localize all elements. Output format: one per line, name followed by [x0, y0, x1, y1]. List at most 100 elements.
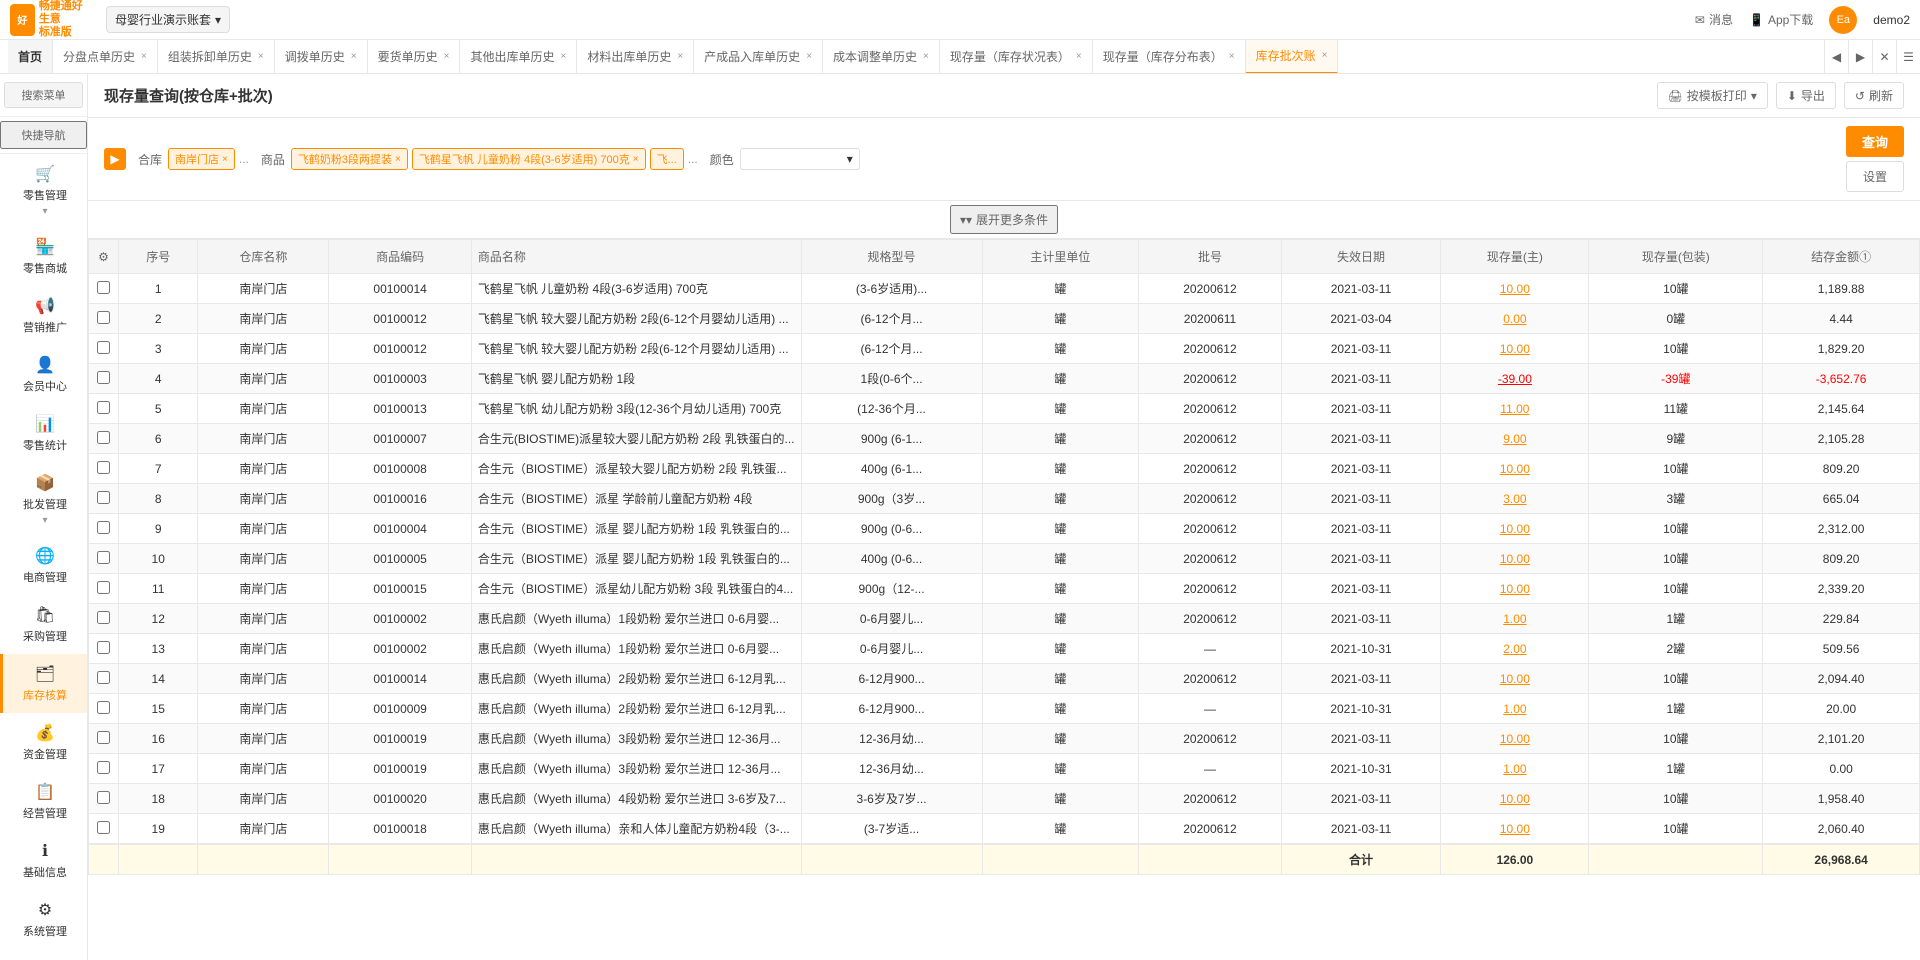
sidebar-item-retail-store[interactable]: 🏪 零售商城 — [0, 227, 87, 286]
qty-link[interactable]: 10.00 — [1500, 792, 1530, 806]
tab-chengben[interactable]: 成本调整单历史 × — [823, 40, 940, 74]
row-checkbox[interactable] — [89, 574, 119, 604]
goods-tag-2[interactable]: 飞鹤星飞帆 儿童奶粉 4段(3-6岁适用) 700克 × — [412, 148, 646, 170]
row-checkbox[interactable] — [89, 544, 119, 574]
row-checkbox[interactable] — [89, 814, 119, 845]
more-btn[interactable]: ... — [239, 152, 249, 166]
row-checkbox[interactable] — [97, 281, 110, 294]
remove-tag-icon[interactable]: × — [633, 154, 639, 165]
quick-nav-btn[interactable]: 快捷导航 — [0, 121, 87, 149]
row-checkbox[interactable] — [97, 401, 110, 414]
close-icon[interactable]: × — [258, 51, 264, 62]
row-checkbox[interactable] — [97, 311, 110, 324]
tab-xianzai1[interactable]: 现存量（库存状况表） × — [940, 40, 1093, 74]
row-checkbox[interactable] — [89, 784, 119, 814]
close-icon[interactable]: × — [923, 51, 929, 62]
row-checkbox[interactable] — [89, 754, 119, 784]
qty-link[interactable]: 10.00 — [1500, 822, 1530, 836]
row-checkbox[interactable] — [89, 664, 119, 694]
col-settings[interactable]: ⚙ — [89, 240, 119, 274]
row-checkbox[interactable] — [89, 394, 119, 424]
row-checkbox[interactable] — [89, 484, 119, 514]
qty-link[interactable]: 10.00 — [1500, 522, 1530, 536]
row-checkbox[interactable] — [89, 424, 119, 454]
tab-piC[interactable]: 库存批次账 × — [1246, 40, 1339, 74]
remove-tag-icon[interactable]: × — [222, 154, 228, 165]
row-checkbox[interactable] — [97, 701, 110, 714]
sidebar-item-ecom[interactable]: 🌐 电商管理 — [0, 536, 87, 595]
close-icon[interactable]: × — [677, 51, 683, 62]
qty-link[interactable]: 10.00 — [1500, 582, 1530, 596]
close-icon[interactable]: × — [351, 51, 357, 62]
sidebar-item-retail-mgmt[interactable]: 🛒 零售管理 ▾ — [0, 154, 87, 227]
row-checkbox[interactable] — [97, 791, 110, 804]
row-checkbox[interactable] — [97, 641, 110, 654]
color-select[interactable]: ▾ — [740, 148, 860, 170]
row-checkbox[interactable] — [97, 431, 110, 444]
row-checkbox[interactable] — [97, 821, 110, 834]
row-checkbox[interactable] — [89, 514, 119, 544]
tab-prev-btn[interactable]: ◀ — [1824, 40, 1848, 74]
tab-next-btn[interactable]: ▶ — [1848, 40, 1872, 74]
qty-link[interactable]: 1.00 — [1503, 702, 1526, 716]
sidebar-item-wholesale[interactable]: 📦 批发管理 ▾ — [0, 463, 87, 536]
tab-tiaopo[interactable]: 调拨单历史 × — [275, 40, 368, 74]
row-checkbox[interactable] — [89, 724, 119, 754]
row-checkbox[interactable] — [97, 731, 110, 744]
refresh-btn[interactable]: ↺ 刷新 — [1844, 82, 1904, 109]
filter-expand-btn[interactable]: ▶ — [104, 148, 126, 170]
qty-link[interactable]: 9.00 — [1503, 432, 1526, 446]
row-checkbox[interactable] — [97, 551, 110, 564]
export-btn[interactable]: ⬇ 导出 — [1776, 82, 1836, 109]
row-checkbox[interactable] — [97, 761, 110, 774]
row-checkbox[interactable] — [97, 341, 110, 354]
row-checkbox[interactable] — [89, 334, 119, 364]
row-checkbox[interactable] — [97, 581, 110, 594]
warehouse-selector[interactable]: 母婴行业演示账套 ▾ — [106, 6, 230, 33]
sidebar-item-finance[interactable]: 💰 资金管理 — [0, 713, 87, 772]
settings-btn[interactable]: 设置 — [1846, 161, 1904, 192]
qty-link[interactable]: 1.00 — [1503, 762, 1526, 776]
row-checkbox[interactable] — [97, 521, 110, 534]
goods-tag-3[interactable]: 飞... — [650, 148, 684, 170]
warehouse-tag[interactable]: 南岸门店 × — [168, 148, 235, 170]
sidebar-item-basic[interactable]: ℹ 基础信息 — [0, 831, 87, 890]
qty-link[interactable]: 3.00 — [1503, 492, 1526, 506]
tab-chengpin[interactable]: 产成品入库单历史 × — [694, 40, 823, 74]
close-icon[interactable]: × — [1322, 50, 1328, 61]
more-goods-btn[interactable]: ... — [688, 152, 698, 166]
qty-link[interactable]: 2.00 — [1503, 642, 1526, 656]
row-checkbox[interactable] — [89, 634, 119, 664]
sidebar-item-retail-stats[interactable]: 📊 零售统计 — [0, 404, 87, 463]
tab-xianzai2[interactable]: 现存量（库存分布表） × — [1093, 40, 1246, 74]
qty-link[interactable]: 0.00 — [1503, 312, 1526, 326]
close-icon[interactable]: × — [1076, 51, 1082, 62]
sidebar-item-marketing[interactable]: 📢 营销推广 — [0, 286, 87, 345]
tab-qita[interactable]: 其他出库单历史 × — [460, 40, 577, 74]
sidebar-item-purchase[interactable]: 🛍 采购管理 — [0, 595, 87, 654]
tab-menu-btn[interactable]: ☰ — [1896, 40, 1920, 74]
tab-home[interactable]: 首页 — [8, 40, 53, 74]
row-checkbox[interactable] — [89, 364, 119, 394]
close-icon[interactable]: × — [806, 51, 812, 62]
tab-close-btn[interactable]: ✕ — [1872, 40, 1896, 74]
tab-fenban[interactable]: 分盘点单历史 × — [53, 40, 158, 74]
close-icon[interactable]: × — [1229, 51, 1235, 62]
qty-link[interactable]: 10.00 — [1500, 672, 1530, 686]
qty-link[interactable]: 10.00 — [1500, 552, 1530, 566]
app-download-btn[interactable]: 📱 App下载 — [1749, 11, 1813, 28]
row-checkbox[interactable] — [97, 371, 110, 384]
sidebar-item-inventory[interactable]: 🗂 库存核算 — [0, 654, 87, 713]
close-icon[interactable]: × — [444, 51, 450, 62]
remove-tag-icon[interactable]: × — [395, 154, 401, 165]
row-checkbox[interactable] — [89, 604, 119, 634]
tab-yaohou[interactable]: 要货单历史 × — [368, 40, 461, 74]
sidebar-item-coop[interactable]: 🤝 企业协同 — [0, 949, 87, 960]
row-checkbox[interactable] — [89, 304, 119, 334]
row-checkbox[interactable] — [97, 611, 110, 624]
qty-link[interactable]: 10.00 — [1500, 282, 1530, 296]
row-checkbox[interactable] — [89, 274, 119, 304]
tab-cailiao[interactable]: 材料出库单历史 × — [577, 40, 694, 74]
qty-link[interactable]: -39.00 — [1498, 372, 1532, 386]
template-print-btn[interactable]: 🖨 按模板打印 ▾ — [1657, 82, 1768, 109]
